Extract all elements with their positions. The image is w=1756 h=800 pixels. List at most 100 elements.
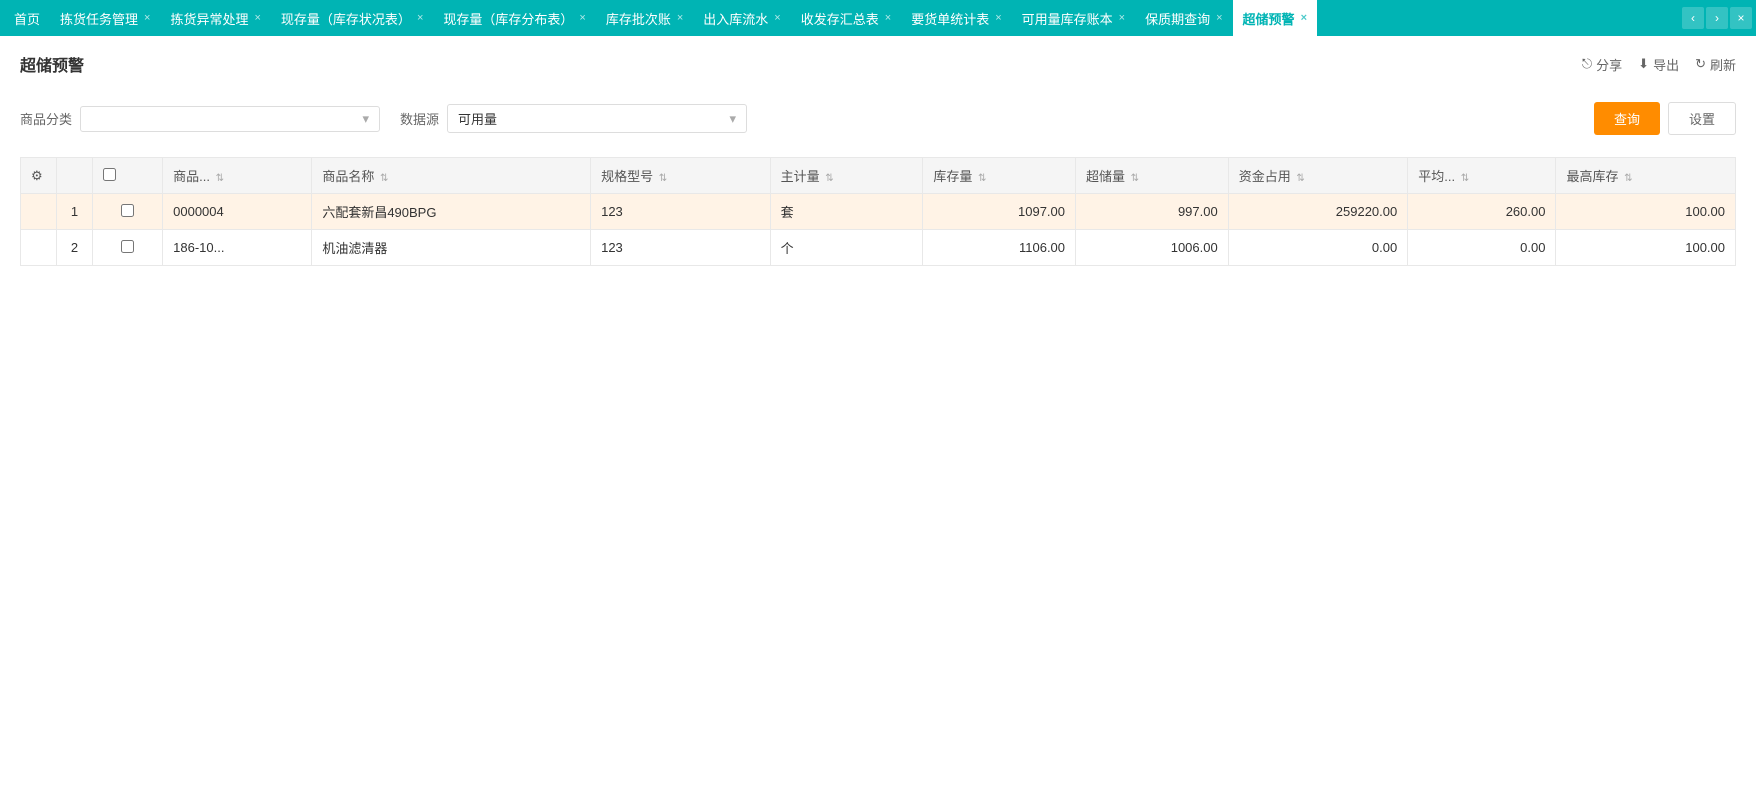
close-available-icon[interactable]: × — [1119, 12, 1125, 24]
nav-tab-abnormal[interactable]: 拣货异常处理 × — [160, 0, 270, 36]
nav-tab-batch[interactable]: 库存批次账 × — [596, 0, 693, 36]
th-overstock[interactable]: 超储量 ⇅ — [1076, 158, 1229, 194]
nav-tab-batch-label: 库存批次账 — [606, 9, 671, 28]
refresh-label: 刷新 — [1710, 55, 1736, 74]
nav-tab-available[interactable]: 可用量库存账本 × — [1012, 0, 1135, 36]
th-product-code[interactable]: 商品... ⇅ — [163, 158, 312, 194]
share-btn[interactable]: ⎋ 分享 — [1582, 55, 1622, 74]
th-spec[interactable]: 规格型号 ⇅ — [591, 158, 771, 194]
row-gear-cell — [21, 230, 57, 266]
close-collect-icon[interactable]: × — [885, 12, 891, 24]
nav-tab-expiry[interactable]: 保质期查询 × — [1135, 0, 1232, 36]
nav-tab-home[interactable]: 首页 — [4, 0, 50, 36]
page-title: 超储预警 — [20, 52, 84, 76]
table-row: 2 186-10... 机油滤清器 123 个 1106.00 1006.00 … — [21, 230, 1736, 266]
th-gear: ⚙ — [21, 158, 57, 194]
row-product-code: 0000004 — [163, 194, 312, 230]
row-avg: 260.00 — [1408, 194, 1556, 230]
close-task-icon[interactable]: × — [144, 12, 150, 24]
page-header: 超储预警 ⎋ 分享 ⬇ 导出 ↻ 刷新 — [20, 52, 1736, 76]
nav-tab-expiry-label: 保质期查询 — [1145, 9, 1210, 28]
row-num-cell: 2 — [57, 230, 93, 266]
th-avg[interactable]: 平均... ⇅ — [1408, 158, 1556, 194]
table-header-row: ⚙ 商品... ⇅ 商品名称 ⇅ 规格型号 ⇅ — [21, 158, 1736, 194]
main-content: 超储预警 ⎋ 分享 ⬇ 导出 ↻ 刷新 商品分类 ▾ 数据源 — [0, 36, 1756, 800]
th-stock[interactable]: 库存量 ⇅ — [923, 158, 1076, 194]
th-product-name[interactable]: 商品名称 ⇅ — [312, 158, 591, 194]
close-abnormal-icon[interactable]: × — [254, 12, 260, 24]
datasource-arrow-icon: ▾ — [730, 111, 737, 127]
row-spec: 123 — [591, 230, 771, 266]
th-overstock-label: 超储量 — [1086, 169, 1125, 184]
sort-unit-icon: ⇅ — [825, 173, 833, 184]
top-nav: 首页 拣货任务管理 × 拣货异常处理 × 现存量（库存状况表） × 现存量（库存… — [0, 0, 1756, 36]
sort-spec-icon: ⇅ — [659, 173, 667, 184]
row-product-code: 186-10... — [163, 230, 312, 266]
row-overstock: 1006.00 — [1076, 230, 1229, 266]
share-icon: ⎋ — [1582, 56, 1592, 72]
close-inout-icon[interactable]: × — [774, 12, 780, 24]
category-arrow-icon: ▾ — [362, 111, 369, 127]
th-stock-label: 库存量 — [933, 169, 972, 184]
sort-max-stock-icon: ⇅ — [1624, 173, 1632, 184]
th-capital-label: 资金占用 — [1239, 169, 1291, 184]
sort-stock-icon: ⇅ — [978, 173, 986, 184]
gear-icon[interactable]: ⚙ — [31, 168, 43, 183]
query-button[interactable]: 查询 — [1594, 102, 1660, 135]
datasource-value: 可用量 — [458, 109, 497, 128]
close-stock-status-icon[interactable]: × — [417, 12, 423, 24]
th-checkbox — [93, 158, 163, 194]
row-spec: 123 — [591, 194, 771, 230]
row-stock: 1106.00 — [923, 230, 1076, 266]
select-all-checkbox[interactable] — [103, 168, 116, 181]
th-product-name-label: 商品名称 — [322, 169, 374, 184]
filter-bar: 商品分类 ▾ 数据源 可用量 ▾ 查询 设置 — [20, 92, 1736, 145]
nav-tab-overstock[interactable]: 超储预警 × — [1233, 0, 1317, 36]
row-product-name: 机油滤清器 — [312, 230, 591, 266]
nav-tab-order-stat[interactable]: 要货单统计表 × — [901, 0, 1011, 36]
nav-tab-task-label: 拣货任务管理 — [60, 9, 138, 28]
refresh-btn[interactable]: ↻ 刷新 — [1695, 55, 1736, 74]
nav-tab-stock-status-label: 现存量（库存状况表） — [281, 9, 411, 28]
nav-tab-inout[interactable]: 出入库流水 × — [693, 0, 790, 36]
close-batch-icon[interactable]: × — [677, 12, 683, 24]
close-stock-dist-icon[interactable]: × — [579, 12, 585, 24]
th-max-stock[interactable]: 最高库存 ⇅ — [1556, 158, 1736, 194]
nav-prev-btn[interactable]: ‹ — [1682, 7, 1704, 29]
nav-tab-available-label: 可用量库存账本 — [1022, 9, 1113, 28]
close-expiry-icon[interactable]: × — [1216, 12, 1222, 24]
row-max-stock: 100.00 — [1556, 194, 1736, 230]
row-checkbox-1[interactable] — [121, 240, 134, 253]
export-label: 导出 — [1653, 55, 1679, 74]
th-spec-label: 规格型号 — [601, 169, 653, 184]
nav-tab-collect[interactable]: 收发存汇总表 × — [791, 0, 901, 36]
nav-close-btn[interactable]: × — [1730, 7, 1752, 29]
close-order-stat-icon[interactable]: × — [995, 12, 1001, 24]
export-icon: ⬇ — [1638, 56, 1649, 72]
row-num-cell: 1 — [57, 194, 93, 230]
th-product-code-label: 商品... — [173, 169, 210, 184]
th-unit[interactable]: 主计量 ⇅ — [770, 158, 923, 194]
th-capital[interactable]: 资金占用 ⇅ — [1228, 158, 1408, 194]
row-overstock: 997.00 — [1076, 194, 1229, 230]
settings-button[interactable]: 设置 — [1668, 102, 1736, 135]
nav-tab-stock-dist[interactable]: 现存量（库存分布表） × — [433, 0, 595, 36]
category-select[interactable]: ▾ — [80, 106, 380, 132]
close-overstock-icon[interactable]: × — [1301, 12, 1307, 24]
nav-tab-home-label: 首页 — [14, 9, 40, 28]
sort-product-name-icon: ⇅ — [380, 173, 388, 184]
nav-tab-overstock-label: 超储预警 — [1243, 9, 1295, 28]
data-table: ⚙ 商品... ⇅ 商品名称 ⇅ 规格型号 ⇅ — [20, 157, 1736, 266]
nav-next-btn[interactable]: › — [1706, 7, 1728, 29]
refresh-icon: ↻ — [1695, 56, 1706, 72]
row-checkbox-0[interactable] — [121, 204, 134, 217]
datasource-select[interactable]: 可用量 ▾ — [447, 104, 747, 133]
header-actions: ⎋ 分享 ⬇ 导出 ↻ 刷新 — [1582, 55, 1736, 74]
th-unit-label: 主计量 — [781, 169, 820, 184]
row-checkbox-cell — [93, 230, 163, 266]
category-filter: 商品分类 ▾ — [20, 106, 380, 132]
nav-tab-stock-status[interactable]: 现存量（库存状况表） × — [271, 0, 433, 36]
nav-tab-task[interactable]: 拣货任务管理 × — [50, 0, 160, 36]
row-avg: 0.00 — [1408, 230, 1556, 266]
export-btn[interactable]: ⬇ 导出 — [1638, 55, 1679, 74]
